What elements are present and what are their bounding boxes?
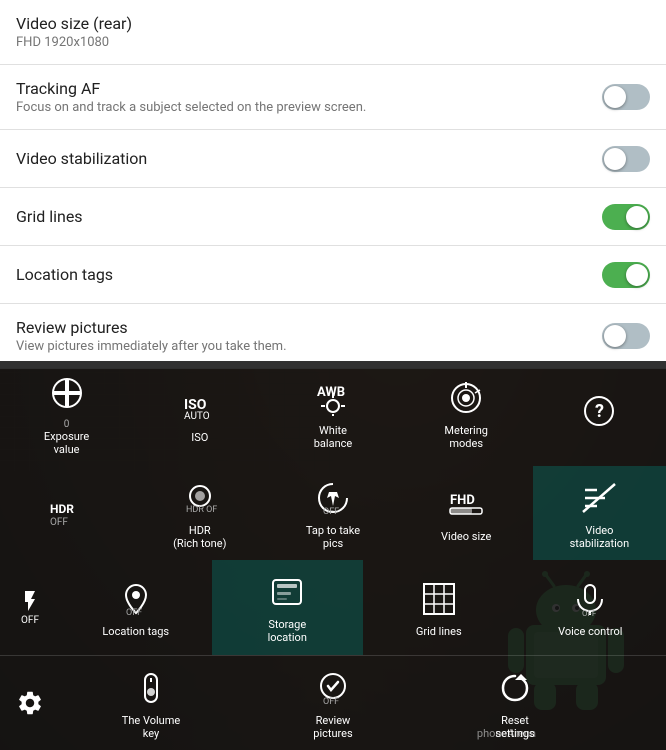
storage-icon (269, 574, 305, 610)
setting-review-pictures[interactable]: Review pictures View pictures immediatel… (0, 304, 666, 369)
setting-video-stabilization[interactable]: Video stabilization (0, 130, 666, 188)
svg-text:OFF: OFF (323, 507, 339, 516)
quick-location[interactable]: OFF Location tags (60, 560, 212, 654)
storage-label: Storagelocation (268, 618, 307, 644)
quick-voice[interactable]: OFF Voice control (515, 560, 666, 654)
svg-text:OFF: OFF (582, 609, 597, 617)
volume-key-label: The Volumekey (122, 714, 180, 740)
wb-icon: AWB (315, 380, 351, 416)
metering-icon (448, 380, 484, 416)
gear-icon (16, 689, 44, 717)
setting-location-tags[interactable]: Location tags (0, 246, 666, 304)
iso-icon: ISO AUTO (182, 387, 218, 423)
quick-settings-panel: 0 Exposurevalue ISO AUTO ISO AWB (0, 361, 666, 750)
wb-label: Whitebalance (314, 424, 352, 450)
flash-side-icon[interactable]: OFF (0, 560, 60, 654)
quick-storage[interactable]: Storagelocation (212, 560, 364, 654)
quick-video-stab[interactable]: Videostabilization (533, 466, 666, 560)
exposure-label: Exposurevalue (44, 430, 89, 456)
video-size-sublabel: FHD 1920x1080 (16, 35, 650, 50)
setting-video-size[interactable]: Video size (rear) FHD 1920x1080 (0, 0, 666, 65)
grid-lines-icon (421, 581, 457, 617)
videostab-icon (581, 480, 617, 516)
hdr-rich-icon: HDR OFF (182, 480, 218, 516)
grid-lines-q-label: Grid lines (416, 625, 462, 638)
svg-text:?: ? (595, 401, 604, 422)
quick-row-2: HDR OFF HDR OFF HDR(Rich tone) (0, 466, 666, 560)
video-stab-toggle[interactable] (602, 146, 650, 172)
location-label: Location tags (102, 625, 169, 638)
location-tags-toggle[interactable] (602, 262, 650, 288)
flash-icon (18, 589, 42, 613)
svg-text:OFF: OFF (50, 517, 68, 528)
quick-wb[interactable]: AWB Whitebalance (266, 361, 399, 466)
tracking-af-sublabel: Focus on and track a subject selected on… (16, 100, 602, 115)
volume-key-icon (133, 670, 169, 706)
hdr-rich-label: HDR(Rich tone) (173, 524, 226, 550)
review-pics-icon: OFF (315, 670, 351, 706)
quick-iso[interactable]: ISO AUTO ISO (133, 361, 266, 466)
metering-label: Meteringmodes (444, 424, 488, 450)
review-pics-label: Reviewpictures (313, 714, 352, 740)
grid-lines-toggle[interactable] (602, 204, 650, 230)
review-pictures-toggle[interactable] (602, 323, 650, 349)
location-tags-label: Location tags (16, 265, 602, 284)
tracking-af-toggle[interactable] (602, 84, 650, 110)
quick-row-1: 0 Exposurevalue ISO AUTO ISO AWB (0, 361, 666, 466)
right-side-empty (606, 656, 666, 750)
quick-bottom-row: The Volumekey OFF Reviewpictures Resetse (0, 655, 666, 750)
reset-icon (497, 670, 533, 706)
video-size-q-label: Video size (441, 530, 491, 543)
svg-text:OFF: OFF (126, 608, 142, 617)
tap-to-take-label: Tap to takepics (306, 524, 360, 550)
gear-button[interactable] (0, 656, 60, 750)
flash-label: OFF (21, 615, 39, 626)
exposure-icon (49, 375, 85, 411)
hdr-small-icon: HDR OFF (49, 493, 85, 529)
location-icon: OFF (118, 581, 154, 617)
quick-metering[interactable]: Meteringmodes (400, 361, 533, 466)
settings-list: Video size (rear) FHD 1920x1080 Tracking… (0, 0, 666, 369)
svg-text:AUTO: AUTO (184, 411, 210, 422)
setting-tracking-af[interactable]: Tracking AF Focus on and track a subject… (0, 65, 666, 130)
watermark: phoneArena (477, 727, 536, 740)
quick-exposure[interactable]: 0 Exposurevalue (0, 361, 133, 466)
tap-icon: OFF (315, 480, 351, 516)
review-pictures-label: Review pictures (16, 318, 602, 337)
quick-grid-lines[interactable]: Grid lines (363, 560, 515, 654)
quick-tap-to-take[interactable]: OFF Tap to takepics (266, 466, 399, 560)
quick-review-pics[interactable]: OFF Reviewpictures (242, 656, 424, 750)
svg-text:FHD: FHD (450, 493, 475, 508)
help-icon: ? (581, 393, 617, 429)
video-stab-q-label: Videostabilization (570, 524, 630, 550)
quick-video-size[interactable]: FHD Video size (400, 466, 533, 560)
video-stab-label: Video stabilization (16, 149, 602, 168)
tracking-af-label: Tracking AF (16, 79, 602, 98)
setting-grid-lines[interactable]: Grid lines (0, 188, 666, 246)
svg-text:AWB: AWB (317, 385, 345, 400)
iso-label: ISO (191, 431, 208, 444)
quick-row-3: OFF OFF Location tags (0, 560, 666, 654)
quick-hdr-rich[interactable]: HDR OFF HDR(Rich tone) (133, 466, 266, 560)
svg-text:OFF: OFF (323, 697, 339, 706)
grid-lines-label: Grid lines (16, 207, 602, 226)
exposure-badge: 0 (64, 419, 70, 430)
voice-label: Voice control (558, 625, 622, 638)
quick-hdr-small[interactable]: HDR OFF (0, 466, 133, 560)
quick-help[interactable]: ? (533, 361, 666, 466)
videosize-icon: FHD (448, 486, 484, 522)
quick-volume-key[interactable]: The Volumekey (60, 656, 242, 750)
video-size-label: Video size (rear) (16, 14, 650, 33)
svg-text:HDR OFF: HDR OFF (186, 505, 218, 515)
svg-text:HDR: HDR (50, 502, 74, 516)
voice-icon: OFF (572, 581, 608, 617)
review-pictures-sublabel: View pictures immediately after you take… (16, 339, 602, 354)
